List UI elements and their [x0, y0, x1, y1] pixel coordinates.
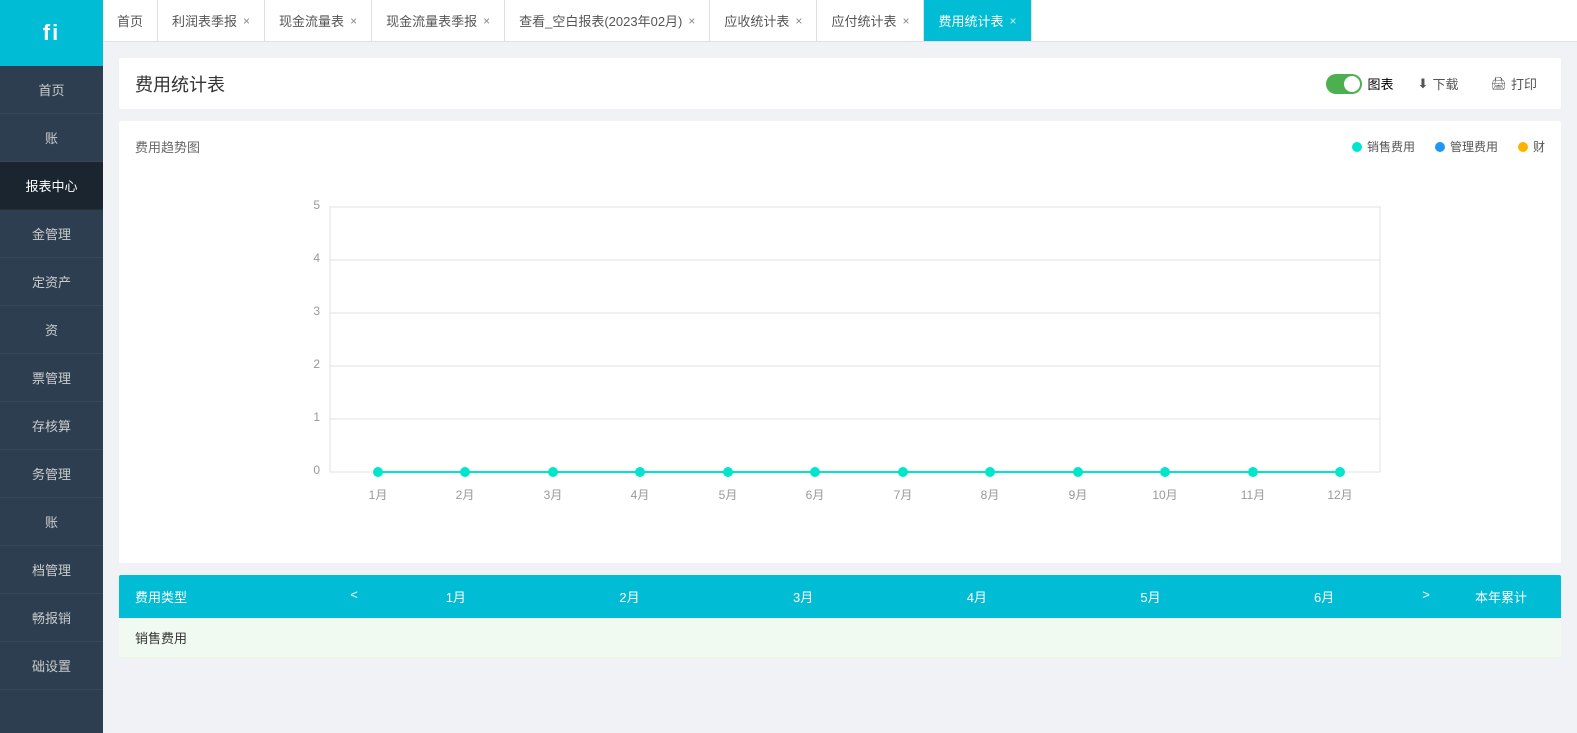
row-sales-jan — [369, 618, 543, 657]
chart-toggle[interactable] — [1326, 74, 1362, 94]
legend-finance-dot — [1518, 142, 1528, 152]
col-jan: 1月 — [369, 575, 543, 618]
tab-close-profit-quarter[interactable]: × — [243, 14, 250, 28]
svg-text:0: 0 — [313, 463, 320, 477]
sidebar-item-expense[interactable]: 畅报销 — [0, 594, 103, 642]
tab-profit-quarter[interactable]: 利润表季报 × — [158, 0, 265, 42]
sidebar-item-inventory[interactable]: 存核算 — [0, 402, 103, 450]
sidebar-item-home[interactable]: 首页 — [0, 66, 103, 114]
col-ytd: 本年累计 — [1441, 575, 1561, 618]
col-type: 费用类型 — [119, 575, 339, 618]
svg-text:6月: 6月 — [806, 488, 825, 502]
print-button[interactable]: 🖨 打印 — [1482, 70, 1545, 97]
chart-title: 费用趋势图 — [135, 137, 200, 156]
row-sales-apr — [890, 618, 1064, 657]
legend-admin-dot — [1435, 142, 1445, 152]
svg-text:3: 3 — [313, 304, 320, 318]
tab-home[interactable]: 首页 — [103, 0, 158, 42]
chart-toggle-wrap: 图表 — [1326, 74, 1394, 94]
tab-close-receivable[interactable]: × — [795, 14, 802, 28]
legend-finance: 财 — [1518, 138, 1545, 155]
tab-cashflow[interactable]: 现金流量表 × — [265, 0, 372, 42]
svg-text:7月: 7月 — [894, 488, 913, 502]
trend-chart: 0 1 2 3 4 5 1月 2月 — [135, 164, 1545, 544]
row-sales-ytd — [1441, 618, 1561, 657]
table-header: 费用类型 < 1月 2月 3月 4月 5月 6月 > 本年累计 — [119, 575, 1561, 618]
header-actions: 图表 ⬇ 下载 🖨 打印 — [1326, 70, 1545, 97]
tab-close-cashflow[interactable]: × — [350, 14, 357, 28]
col-mar: 3月 — [716, 575, 890, 618]
tab-blank-report[interactable]: 查看_空白报表(2023年02月) × — [505, 0, 710, 42]
tab-close-payable[interactable]: × — [902, 14, 909, 28]
sidebar-item-reports[interactable]: 报表中心 — [0, 162, 103, 210]
sidebar-item-ledger[interactable]: 账 — [0, 498, 103, 546]
chart-area: 0 1 2 3 4 5 1月 2月 — [135, 164, 1545, 547]
main-area: 首页 利润表季报 × 现金流量表 × 现金流量表季报 × 查看_空白报表(202… — [103, 0, 1577, 733]
chart-toggle-label: 图表 — [1368, 74, 1394, 93]
svg-text:5月: 5月 — [719, 488, 738, 502]
row-sales-empty2 — [1411, 618, 1441, 657]
tab-cashflow-quarter[interactable]: 现金流量表季报 × — [372, 0, 505, 42]
sidebar-item-cash[interactable]: 金管理 — [0, 210, 103, 258]
svg-text:4月: 4月 — [631, 488, 650, 502]
row-sales-feb — [543, 618, 717, 657]
tab-close-blank-report[interactable]: × — [688, 14, 695, 28]
download-button[interactable]: ⬇ 下载 — [1410, 70, 1467, 97]
page-header: 费用统计表 图表 ⬇ 下载 🖨 打印 — [119, 58, 1561, 109]
col-feb: 2月 — [543, 575, 717, 618]
sidebar-item-salary[interactable]: 资 — [0, 306, 103, 354]
sidebar-item-archive[interactable]: 档管理 — [0, 546, 103, 594]
content-area: 费用统计表 图表 ⬇ 下载 🖨 打印 费用趋势图 — [103, 42, 1577, 733]
col-jun: 6月 — [1237, 575, 1411, 618]
table-row: 销售费用 — [119, 618, 1561, 658]
svg-text:11月: 11月 — [1241, 488, 1265, 502]
col-next-btn[interactable]: > — [1411, 575, 1441, 618]
row-type-sales: 销售费用 — [119, 618, 339, 657]
sidebar-item-settings[interactable]: 础设置 — [0, 642, 103, 690]
sidebar: fi 首页 账 报表中心 金管理 定资产 资 票管理 存核算 务管理 账 档管理… — [0, 0, 103, 733]
legend-sales: 销售费用 — [1352, 138, 1415, 155]
svg-text:1月: 1月 — [369, 488, 388, 502]
sidebar-item-service[interactable]: 务管理 — [0, 450, 103, 498]
sidebar-item-assets[interactable]: 定资产 — [0, 258, 103, 306]
chart-legend: 销售费用 管理费用 财 — [1352, 138, 1545, 155]
svg-text:5: 5 — [313, 198, 320, 212]
svg-text:12月: 12月 — [1327, 488, 1352, 502]
row-sales-mar — [716, 618, 890, 657]
svg-text:4: 4 — [313, 251, 320, 265]
row-sales-empty1 — [339, 618, 369, 657]
download-icon: ⬇ — [1418, 76, 1429, 92]
row-sales-may — [1064, 618, 1238, 657]
sidebar-item-account[interactable]: 账 — [0, 114, 103, 162]
tab-expense[interactable]: 费用统计表 × — [924, 0, 1031, 42]
chart-card: 费用趋势图 销售费用 管理费用 财 — [119, 121, 1561, 563]
svg-text:2月: 2月 — [456, 488, 475, 502]
svg-text:3月: 3月 — [544, 488, 563, 502]
tab-close-expense[interactable]: × — [1009, 14, 1016, 28]
row-sales-jun — [1237, 618, 1411, 657]
tab-bar: 首页 利润表季报 × 现金流量表 × 现金流量表季报 × 查看_空白报表(202… — [103, 0, 1577, 42]
sidebar-logo: fi — [0, 0, 103, 66]
print-icon: 🖨 — [1490, 76, 1507, 92]
svg-text:9月: 9月 — [1069, 488, 1088, 502]
chart-header: 费用趋势图 销售费用 管理费用 财 — [135, 137, 1545, 156]
legend-sales-dot — [1352, 142, 1362, 152]
page-title: 费用统计表 — [135, 71, 225, 97]
tab-payable[interactable]: 应付统计表 × — [817, 0, 924, 42]
col-may: 5月 — [1064, 575, 1238, 618]
tab-receivable[interactable]: 应收统计表 × — [710, 0, 817, 42]
svg-text:2: 2 — [313, 357, 320, 371]
sidebar-item-invoice[interactable]: 票管理 — [0, 354, 103, 402]
svg-text:1: 1 — [313, 410, 320, 424]
legend-admin: 管理费用 — [1435, 138, 1498, 155]
expense-table: 费用类型 < 1月 2月 3月 4月 5月 6月 > 本年累计 销售费用 — [119, 575, 1561, 658]
col-prev-btn[interactable]: < — [339, 575, 369, 618]
tab-close-cashflow-quarter[interactable]: × — [483, 14, 490, 28]
svg-text:10月: 10月 — [1152, 488, 1177, 502]
svg-text:8月: 8月 — [981, 488, 1000, 502]
col-apr: 4月 — [890, 575, 1064, 618]
